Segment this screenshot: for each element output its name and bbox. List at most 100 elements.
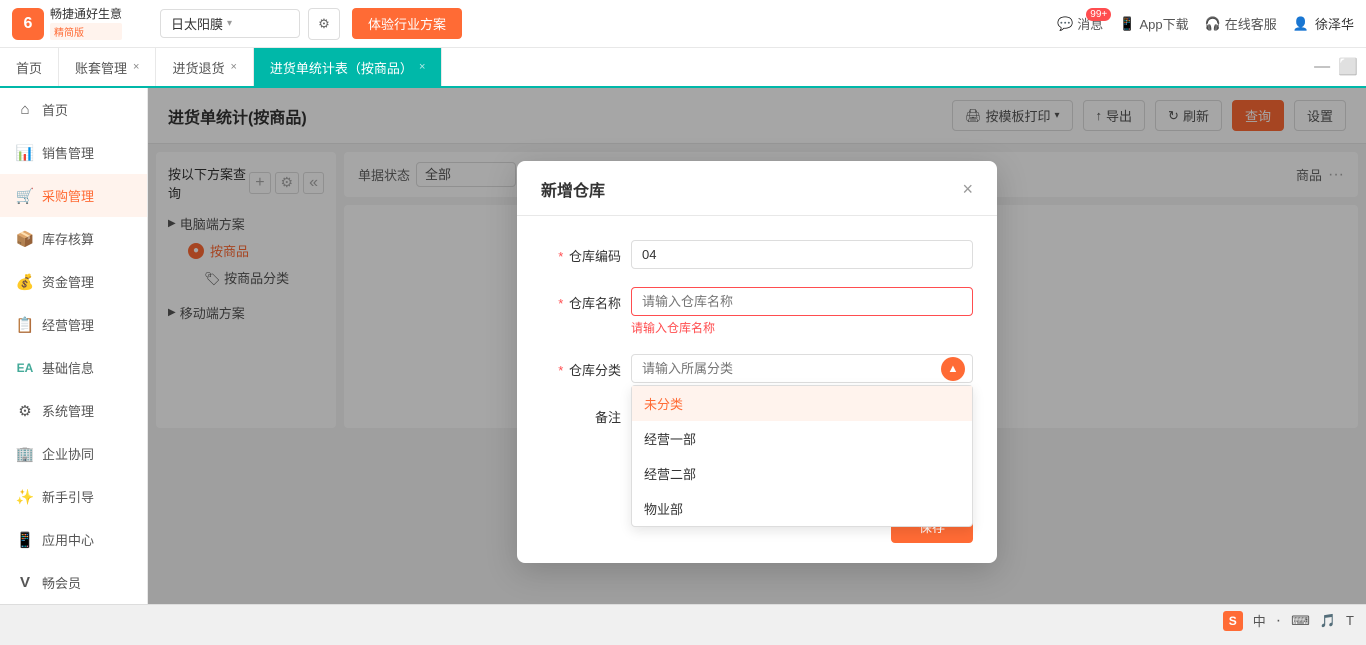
notification-badge: 99+	[1086, 8, 1111, 21]
sidebar-label-enterprise: 企业协同	[42, 444, 94, 463]
modal-body: * 仓库编码 * 仓库名称	[517, 216, 997, 498]
modal-title: 新增仓库	[541, 177, 605, 201]
sidebar-label-purchase: 采购管理	[42, 186, 94, 205]
username-label: 徐泽华	[1315, 14, 1354, 33]
sidebar-item-inventory[interactable]: 📦 库存核算	[0, 217, 147, 260]
logo-name: 畅捷通好生意	[50, 7, 122, 23]
top-header: 6 畅捷通好生意 精简版 日太阳膜 ▾ ⚙ 体验行业方案 💬 消息 99+ 📱 …	[0, 0, 1366, 48]
warehouse-category-arrow-icon[interactable]: ▲	[941, 357, 965, 381]
user-icon: 👤	[1293, 16, 1309, 32]
t-icon: T	[1346, 613, 1354, 628]
tab-purchase-return[interactable]: 进货退货 ×	[156, 48, 253, 86]
app-download-label: App下载	[1139, 14, 1188, 33]
main-content: 进货单统计(按商品) 🖨 按模板打印 ▾ ↑ 导出 ↻ 刷新 查询 设置	[148, 88, 1366, 636]
app-download-button[interactable]: 📱 App下载	[1119, 14, 1188, 33]
guide-icon: ✨	[16, 488, 34, 506]
warehouse-name-input[interactable]	[631, 287, 973, 316]
dropdown-option-dept1[interactable]: 经营一部	[632, 421, 972, 456]
sidebar-item-sales[interactable]: 📊 销售管理	[0, 131, 147, 174]
warehouse-code-label: * 仓库编码	[541, 240, 631, 265]
sidebar-item-vip[interactable]: V 畅会员	[0, 561, 147, 604]
sidebar-label-vip: 畅会员	[42, 573, 81, 592]
message-icon: 💬	[1057, 16, 1073, 32]
warehouse-category-input[interactable]	[631, 354, 973, 383]
tab-accounts[interactable]: 账套管理 ×	[59, 48, 156, 86]
tab-home-label: 首页	[16, 58, 42, 77]
status-bar: S 中 · ⌨ 🎵 T	[0, 604, 1366, 636]
tab-bar: 首页 账套管理 × 进货退货 × 进货单统计表（按商品） × — ⬜	[0, 48, 1366, 88]
sidebar-item-purchase[interactable]: 🛒 采购管理	[0, 174, 147, 217]
sidebar-label-apps: 应用中心	[42, 530, 94, 549]
tab-purchase-stats[interactable]: 进货单统计表（按商品） ×	[254, 48, 442, 86]
modal-close-button[interactable]: ×	[962, 180, 973, 198]
warehouse-category-dropdown: 未分类 经营一部 经营二部 物业部	[631, 385, 973, 527]
basic-info-icon: EA	[16, 359, 34, 377]
tab-purchase-return-close-icon[interactable]: ×	[230, 61, 236, 73]
store-selector[interactable]: 日太阳膜 ▾	[160, 9, 300, 38]
tab-purchase-stats-label: 进货单统计表（按商品）	[270, 58, 413, 77]
dropdown-option-dept2[interactable]: 经营二部	[632, 456, 972, 491]
tab-accounts-close-icon[interactable]: ×	[133, 61, 139, 73]
modal-header: 新增仓库 ×	[517, 161, 997, 216]
form-row-name: * 仓库名称 请输入仓库名称	[541, 287, 973, 336]
finance-icon: 💰	[16, 273, 34, 291]
sidebar-item-basic-info[interactable]: EA 基础信息	[0, 346, 147, 389]
modal-overlay: 新增仓库 × * 仓库编码	[148, 88, 1366, 636]
inventory-icon: 📦	[16, 230, 34, 248]
header-actions: 💬 消息 99+ 📱 App下载 🎧 在线客服 👤 徐泽华	[1057, 14, 1354, 33]
online-service-button[interactable]: 🎧 在线客服	[1205, 14, 1277, 33]
sidebar-item-operations[interactable]: 📋 经营管理	[0, 303, 147, 346]
warehouse-name-field-wrap: 请输入仓库名称	[631, 287, 973, 336]
gear-icon: ⚙	[318, 16, 330, 32]
dropdown-option-uncategorized[interactable]: 未分类	[632, 386, 972, 421]
warehouse-code-field-wrap	[631, 240, 973, 269]
warehouse-name-label: * 仓库名称	[541, 287, 631, 312]
user-menu-button[interactable]: 👤 徐泽华	[1293, 14, 1354, 33]
store-name: 日太阳膜	[171, 14, 223, 33]
tab-actions: — ⬜	[1306, 48, 1366, 86]
dot-icon: ·	[1276, 612, 1281, 630]
tab-accounts-label: 账套管理	[75, 58, 127, 77]
sidebar: ⌂ 首页 📊 销售管理 🛒 采购管理 📦 库存核算 💰 资金管理 📋 经营管理 …	[0, 88, 148, 636]
header-right: 💬 消息 99+ 📱 App下载 🎧 在线客服 👤 徐泽华	[1057, 14, 1354, 33]
warehouse-category-field-wrap: ▲ 未分类 经营一部 经营二部 物业部	[631, 354, 973, 383]
warehouse-modal: 新增仓库 × * 仓库编码	[517, 161, 997, 563]
form-row-code: * 仓库编码	[541, 240, 973, 269]
sidebar-item-apps[interactable]: 📱 应用中心	[0, 518, 147, 561]
operations-icon: 📋	[16, 316, 34, 334]
sidebar-item-home[interactable]: ⌂ 首页	[0, 88, 147, 131]
logo-area: 6 畅捷通好生意 精简版	[12, 7, 160, 40]
trial-button[interactable]: 体验行业方案	[352, 8, 462, 39]
enterprise-icon: 🏢	[16, 445, 34, 463]
store-dropdown-arrow-icon: ▾	[227, 18, 232, 29]
sidebar-item-enterprise[interactable]: 🏢 企业协同	[0, 432, 147, 475]
tab-minimize-icon[interactable]: —	[1314, 58, 1330, 76]
warehouse-code-input[interactable]	[631, 240, 973, 269]
headset-icon: 🎧	[1205, 16, 1221, 32]
warehouse-name-error: 请输入仓库名称	[631, 319, 973, 336]
online-service-label: 在线客服	[1225, 14, 1277, 33]
home-icon: ⌂	[16, 101, 34, 119]
settings-button[interactable]: ⚙	[308, 8, 340, 40]
tab-purchase-return-label: 进货退货	[172, 58, 224, 77]
system-icon: ⚙	[16, 402, 34, 420]
purchase-icon: 🛒	[16, 187, 34, 205]
logo-text-area: 畅捷通好生意 精简版	[50, 7, 122, 40]
sidebar-item-system[interactable]: ⚙ 系统管理	[0, 389, 147, 432]
tab-home[interactable]: 首页	[0, 48, 59, 86]
sidebar-label-basic-info: 基础信息	[42, 358, 94, 377]
sidebar-item-guide[interactable]: ✨ 新手引导	[0, 475, 147, 518]
sidebar-label-home: 首页	[42, 100, 68, 119]
tab-maximize-icon[interactable]: ⬜	[1338, 57, 1358, 77]
tab-purchase-stats-close-icon[interactable]: ×	[419, 61, 425, 73]
sidebar-label-operations: 经营管理	[42, 315, 94, 334]
sales-icon: 📊	[16, 144, 34, 162]
keyboard-icon: ⌨	[1291, 613, 1310, 629]
notifications-button[interactable]: 💬 消息 99+	[1057, 14, 1103, 33]
dropdown-option-dept3[interactable]: 物业部	[632, 491, 972, 526]
tab-spacer	[442, 48, 1306, 86]
form-row-category: * 仓库分类 ▲ 未分类 经营一部 经营二部 物业部	[541, 354, 973, 383]
s-brand-icon: S	[1223, 611, 1243, 631]
sidebar-item-finance[interactable]: 💰 资金管理	[0, 260, 147, 303]
music-icon: 🎵	[1320, 613, 1336, 629]
